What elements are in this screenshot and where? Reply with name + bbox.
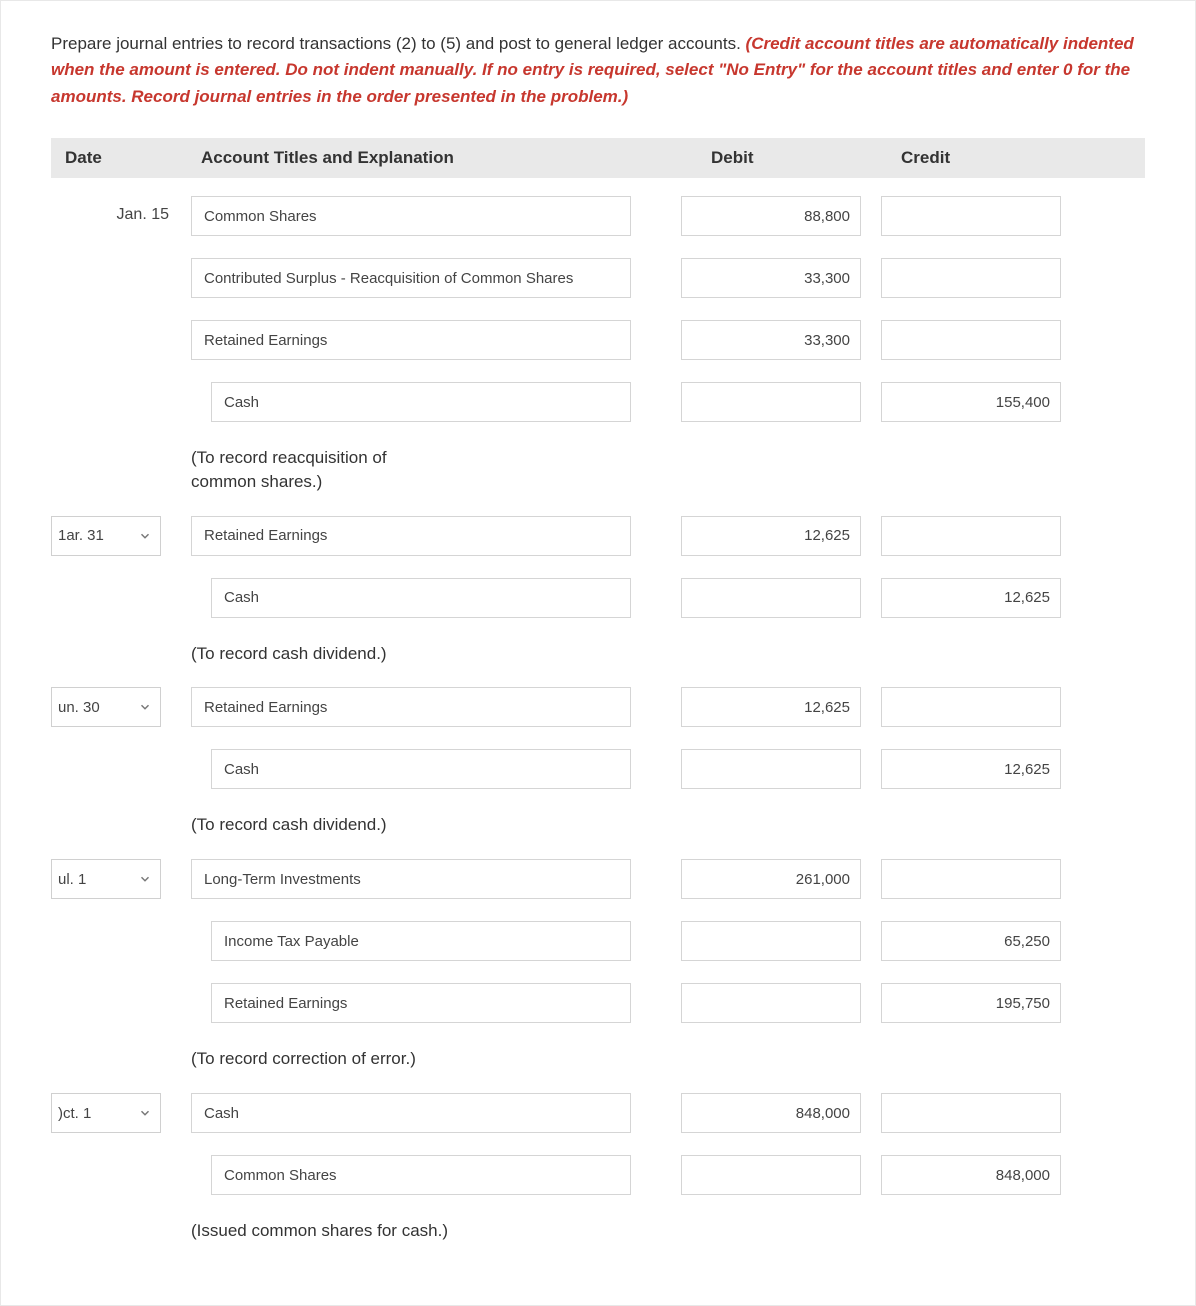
credit-input[interactable] bbox=[881, 687, 1061, 727]
header-date: Date bbox=[51, 148, 191, 168]
instructions-plain: Prepare journal entries to record transa… bbox=[51, 34, 746, 53]
table-row: Retained Earnings 195,750 bbox=[51, 983, 1145, 1023]
date-select-value: 1ar. 31 bbox=[58, 527, 104, 544]
date-select[interactable]: un. 30 bbox=[51, 687, 161, 727]
header-debit: Debit bbox=[671, 148, 871, 168]
debit-input[interactable]: 88,800 bbox=[681, 196, 861, 236]
instructions: Prepare journal entries to record transa… bbox=[51, 31, 1145, 110]
chevron-down-icon bbox=[138, 700, 152, 714]
debit-input[interactable]: 261,000 bbox=[681, 859, 861, 899]
entry-note: (To record cash dividend.) bbox=[191, 640, 387, 666]
credit-input[interactable]: 12,625 bbox=[881, 578, 1061, 618]
debit-input[interactable]: 12,625 bbox=[681, 687, 861, 727]
credit-input[interactable]: 65,250 bbox=[881, 921, 1061, 961]
date-select[interactable]: 1ar. 31 bbox=[51, 516, 161, 556]
account-title-input[interactable]: Cash bbox=[211, 749, 631, 789]
account-title-input[interactable]: Common Shares bbox=[191, 196, 631, 236]
credit-input[interactable] bbox=[881, 196, 1061, 236]
table-row: ul. 1 Long-Term Investments 261,000 bbox=[51, 859, 1145, 899]
table-row: (To record cash dividend.) bbox=[51, 640, 1145, 666]
credit-input[interactable]: 848,000 bbox=[881, 1155, 1061, 1195]
date-select-value: ul. 1 bbox=[58, 871, 86, 888]
credit-input[interactable] bbox=[881, 258, 1061, 298]
debit-input[interactable] bbox=[681, 983, 861, 1023]
date-select-value: )ct. 1 bbox=[58, 1105, 91, 1122]
debit-input[interactable]: 12,625 bbox=[681, 516, 861, 556]
entry-note: (To record reacquisition of common share… bbox=[191, 444, 431, 494]
credit-input[interactable]: 12,625 bbox=[881, 749, 1061, 789]
credit-input[interactable]: 195,750 bbox=[881, 983, 1061, 1023]
account-title-input[interactable]: Common Shares bbox=[211, 1155, 631, 1195]
account-title-input[interactable]: Long-Term Investments bbox=[191, 859, 631, 899]
account-title-input[interactable]: Income Tax Payable bbox=[211, 921, 631, 961]
account-title-input[interactable]: Retained Earnings bbox=[191, 320, 631, 360]
debit-input[interactable] bbox=[681, 578, 861, 618]
debit-input[interactable] bbox=[681, 921, 861, 961]
credit-input[interactable] bbox=[881, 859, 1061, 899]
entry-note: (To record cash dividend.) bbox=[191, 811, 387, 837]
chevron-down-icon bbox=[138, 872, 152, 886]
debit-input[interactable] bbox=[681, 1155, 861, 1195]
date-label: Jan. 15 bbox=[51, 196, 191, 224]
table-row: Cash 12,625 bbox=[51, 578, 1145, 618]
debit-input[interactable] bbox=[681, 382, 861, 422]
table-row: Cash 12,625 bbox=[51, 749, 1145, 789]
table-row: Cash 155,400 bbox=[51, 382, 1145, 422]
account-title-input[interactable]: Retained Earnings bbox=[191, 516, 631, 556]
table-row: 1ar. 31 Retained Earnings 12,625 bbox=[51, 516, 1145, 556]
credit-input[interactable]: 155,400 bbox=[881, 382, 1061, 422]
date-select-value: un. 30 bbox=[58, 699, 100, 716]
header-account: Account Titles and Explanation bbox=[191, 148, 671, 168]
journal-entry-form: Prepare journal entries to record transa… bbox=[0, 0, 1196, 1306]
table-row: Retained Earnings 33,300 bbox=[51, 320, 1145, 360]
account-title-input[interactable]: Contributed Surplus - Reacquisition of C… bbox=[191, 258, 631, 298]
account-title-input[interactable]: Cash bbox=[211, 578, 631, 618]
chevron-down-icon bbox=[138, 529, 152, 543]
entry-note: (Issued common shares for cash.) bbox=[191, 1217, 448, 1243]
header-credit: Credit bbox=[871, 148, 1071, 168]
credit-input[interactable] bbox=[881, 1093, 1061, 1133]
table-row: (Issued common shares for cash.) bbox=[51, 1217, 1145, 1243]
credit-input[interactable] bbox=[881, 320, 1061, 360]
table-row: (To record correction of error.) bbox=[51, 1045, 1145, 1071]
table-row: (To record reacquisition of common share… bbox=[51, 444, 1145, 494]
table-row: Common Shares 848,000 bbox=[51, 1155, 1145, 1195]
account-title-input[interactable]: Retained Earnings bbox=[191, 687, 631, 727]
account-title-input[interactable]: Cash bbox=[211, 382, 631, 422]
debit-input[interactable]: 33,300 bbox=[681, 320, 861, 360]
account-title-input[interactable]: Retained Earnings bbox=[211, 983, 631, 1023]
table-row: )ct. 1 Cash 848,000 bbox=[51, 1093, 1145, 1133]
table-row: Jan. 15Common Shares 88,800 bbox=[51, 196, 1145, 236]
debit-input[interactable] bbox=[681, 749, 861, 789]
debit-input[interactable]: 33,300 bbox=[681, 258, 861, 298]
chevron-down-icon bbox=[138, 1106, 152, 1120]
table-header: Date Account Titles and Explanation Debi… bbox=[51, 138, 1145, 178]
table-row: (To record cash dividend.) bbox=[51, 811, 1145, 837]
table-row: Income Tax Payable 65,250 bbox=[51, 921, 1145, 961]
table-row: Contributed Surplus - Reacquisition of C… bbox=[51, 258, 1145, 298]
credit-input[interactable] bbox=[881, 516, 1061, 556]
debit-input[interactable]: 848,000 bbox=[681, 1093, 861, 1133]
table-row: un. 30 Retained Earnings 12,625 bbox=[51, 687, 1145, 727]
entry-note: (To record correction of error.) bbox=[191, 1045, 416, 1071]
date-select[interactable]: ul. 1 bbox=[51, 859, 161, 899]
date-select[interactable]: )ct. 1 bbox=[51, 1093, 161, 1133]
account-title-input[interactable]: Cash bbox=[191, 1093, 631, 1133]
